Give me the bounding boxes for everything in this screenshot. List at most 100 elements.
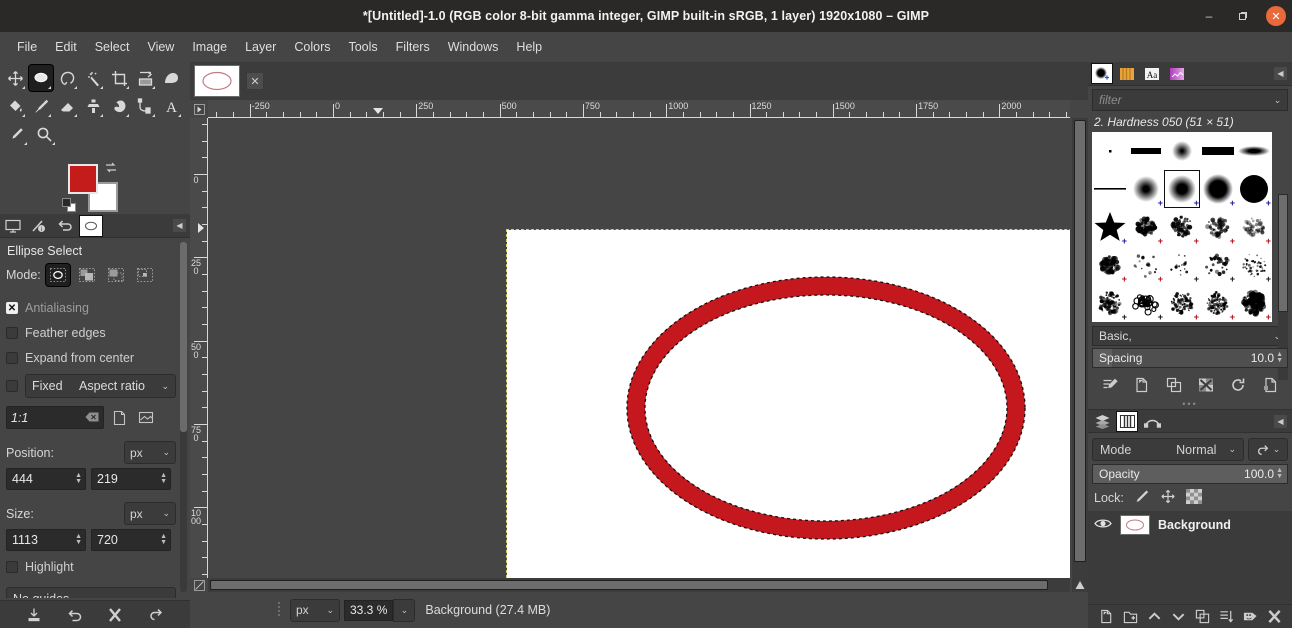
- text-tool[interactable]: A: [159, 93, 183, 119]
- dock-menu-arrow-icon[interactable]: ◀: [173, 219, 186, 232]
- navigation-preview-button[interactable]: [1072, 578, 1088, 592]
- lock-pixels-icon[interactable]: [1134, 489, 1150, 507]
- brushes-tab[interactable]: [1092, 64, 1112, 83]
- feather-edges-checkbox[interactable]: [6, 326, 18, 339]
- anchor-layer-button[interactable]: [1216, 606, 1237, 627]
- brush-bubbles[interactable]: +: [1128, 284, 1164, 322]
- lock-alpha-icon[interactable]: [1185, 489, 1202, 507]
- default-colors-icon[interactable]: [62, 198, 77, 213]
- spinner-arrows-icon[interactable]: ▲ ▼: [1276, 351, 1283, 364]
- antialiasing-row[interactable]: ✕ Antialiasing: [6, 295, 176, 320]
- ellipse-select-tool[interactable]: [29, 65, 53, 91]
- intersect-mode-button[interactable]: [133, 264, 157, 286]
- edit-brush-button[interactable]: [1100, 375, 1121, 396]
- spinner-arrows-icon[interactable]: ▲ ▼: [75, 533, 82, 546]
- zoom-input[interactable]: 33.3 %: [344, 599, 394, 621]
- position-x-input[interactable]: 444 ▲ ▼: [6, 468, 86, 490]
- guides-combo[interactable]: No guides ⌄: [6, 587, 176, 598]
- image-tab-thumbnail[interactable]: [194, 65, 240, 97]
- brush-ink-blot[interactable]: +: [1236, 284, 1272, 322]
- spinner-arrows-icon[interactable]: ▲ ▼: [160, 533, 167, 546]
- add-layer-mask-button[interactable]: [1240, 606, 1261, 627]
- position-y-input[interactable]: 219 ▲ ▼: [91, 468, 171, 490]
- brush-bristle-01[interactable]: +: [1092, 246, 1128, 284]
- fixed-aspect-combo[interactable]: Fixed Aspect ratio ⌄: [25, 374, 176, 398]
- layer-row-background[interactable]: Background: [1088, 511, 1292, 539]
- brush-speckle-02[interactable]: +: [1200, 284, 1236, 322]
- brush-block-01[interactable]: [1128, 132, 1164, 170]
- brush-acrylic-02[interactable]: +: [1164, 208, 1200, 246]
- layer-mode-combo[interactable]: Mode Normal ⌄: [1092, 438, 1244, 461]
- paths-tool[interactable]: [133, 93, 157, 119]
- image-canvas[interactable]: [506, 229, 1070, 592]
- vertical-ruler[interactable]: 0 250 500 750 1000: [190, 118, 208, 592]
- expand-from-center-row[interactable]: Expand from center: [6, 345, 176, 370]
- delete-layer-button[interactable]: [1264, 606, 1285, 627]
- antialiasing-checkbox[interactable]: ✕: [6, 301, 18, 314]
- menu-select[interactable]: Select: [86, 36, 139, 58]
- expand-from-center-checkbox[interactable]: [6, 351, 18, 364]
- layer-opacity-slider[interactable]: Opacity 100.0 ▲ ▼: [1092, 464, 1288, 484]
- brush-grid[interactable]: + + + + + + + + + + + + + + + + + + +: [1092, 132, 1272, 322]
- brush-hardness-075[interactable]: +: [1200, 170, 1236, 208]
- brush-tag-combo[interactable]: Basic, ⌄: [1092, 326, 1288, 346]
- tool-info-tab-icon[interactable]: i: [27, 215, 51, 237]
- close-button[interactable]: ✕: [1266, 6, 1286, 26]
- quick-mask-toggle[interactable]: [190, 578, 208, 592]
- restore-tool-preset-button[interactable]: [64, 604, 85, 625]
- color-picker-tool[interactable]: [3, 121, 29, 147]
- save-tool-preset-button[interactable]: [24, 604, 45, 625]
- minimize-button[interactable]: –: [1198, 5, 1220, 27]
- statusbar-drag-handle[interactable]: [278, 600, 282, 620]
- spinner-arrows-icon[interactable]: ▲ ▼: [1276, 467, 1283, 480]
- spinner-arrows-icon[interactable]: ▲ ▼: [160, 472, 167, 485]
- free-select-tool[interactable]: [55, 65, 79, 91]
- warp-tool[interactable]: [159, 65, 183, 91]
- dock-menu-arrow-icon[interactable]: ◀: [1274, 67, 1287, 80]
- channels-tab[interactable]: [1117, 411, 1137, 431]
- delete-tool-preset-button[interactable]: [105, 604, 126, 625]
- clone-tool[interactable]: [81, 93, 105, 119]
- tool-options-scrollbar[interactable]: [180, 242, 187, 592]
- fonts-tab[interactable]: Aa: [1142, 64, 1162, 83]
- brush-hardness-050[interactable]: +: [1164, 170, 1200, 208]
- brush-line[interactable]: [1092, 170, 1128, 208]
- dock-menu-arrow-icon[interactable]: ◀: [1274, 415, 1287, 428]
- canvas-area[interactable]: [208, 118, 1070, 592]
- new-layer-group-button[interactable]: [1120, 606, 1141, 627]
- spinner-arrows-icon[interactable]: ▲ ▼: [75, 472, 82, 485]
- move-tool[interactable]: [3, 65, 27, 91]
- reset-tool-options-button[interactable]: [145, 604, 166, 625]
- foreground-color-swatch[interactable]: [68, 164, 98, 194]
- position-unit-combo[interactable]: px ⌄: [124, 441, 176, 464]
- undo-history-tab-icon[interactable]: [53, 215, 77, 237]
- refresh-brushes-button[interactable]: [1228, 375, 1249, 396]
- portrait-orientation-button[interactable]: [109, 407, 130, 428]
- layer-mode-reset-button[interactable]: ⌄: [1248, 438, 1288, 461]
- raise-layer-button[interactable]: [1144, 606, 1165, 627]
- close-tab-button[interactable]: ✕: [246, 72, 264, 90]
- brush-chalk[interactable]: +: [1128, 246, 1164, 284]
- brush-spacing-slider[interactable]: Spacing 10.0 ▲ ▼: [1092, 348, 1288, 368]
- brush-pixel[interactable]: [1092, 132, 1128, 170]
- brush-filter-input[interactable]: filter ⌄: [1092, 89, 1288, 111]
- replace-mode-button[interactable]: [45, 264, 70, 286]
- zoom-tool[interactable]: [31, 121, 57, 147]
- paths-tab[interactable]: [1142, 412, 1162, 431]
- brush-hardness-025[interactable]: [1164, 132, 1200, 170]
- bucket-fill-tool[interactable]: [3, 93, 27, 119]
- brush-grunge-01[interactable]: +: [1092, 284, 1128, 322]
- highlight-checkbox[interactable]: [6, 560, 18, 573]
- zoom-dropdown-button[interactable]: ⌄: [393, 598, 416, 622]
- statusbar-unit-combo[interactable]: px ⌄: [290, 598, 340, 622]
- layers-tab[interactable]: [1092, 412, 1112, 431]
- brush-block-02[interactable]: [1200, 132, 1236, 170]
- fuzzy-select-tool[interactable]: [81, 65, 105, 91]
- brush-sparks-03[interactable]: +: [1236, 246, 1272, 284]
- menu-view[interactable]: View: [138, 36, 183, 58]
- ruler-corner-menu[interactable]: [190, 100, 208, 118]
- swap-colors-icon[interactable]: [104, 162, 118, 177]
- tool-preset-tab-icon[interactable]: [79, 214, 103, 237]
- menu-filters[interactable]: Filters: [387, 36, 439, 58]
- clear-ratio-icon[interactable]: [85, 411, 99, 425]
